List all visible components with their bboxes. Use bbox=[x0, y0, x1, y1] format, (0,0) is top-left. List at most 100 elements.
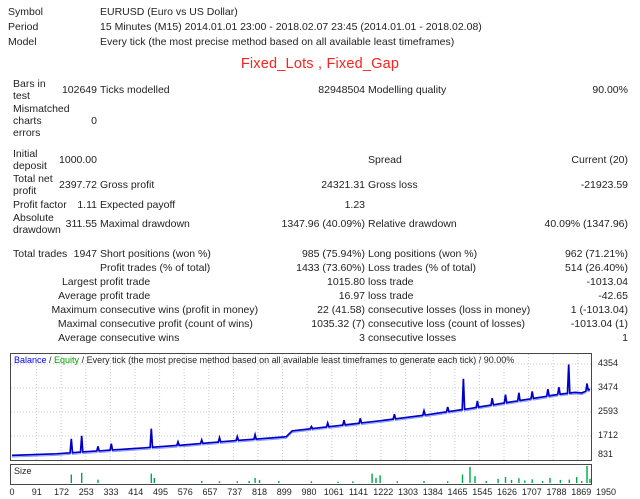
stat-cell bbox=[100, 103, 365, 139]
stat-cell: consecutive loss (count of losses)-1013.… bbox=[368, 317, 628, 330]
stat-cell: Maximal bbox=[13, 317, 97, 330]
legend-equity-label: Equity bbox=[54, 355, 79, 365]
header-row: ModelEvery tick (the most precise method… bbox=[0, 35, 640, 49]
stat-cell: profit trade16.97 bbox=[100, 289, 365, 302]
stat-cell: consecutive wins (profit in money)22 (41… bbox=[100, 303, 365, 316]
stat-value: 0 bbox=[87, 115, 97, 127]
stat-cell: Maximal drawdown 1347.96 (40.09%) bbox=[100, 212, 365, 236]
stat-label: Mismatched charts errors bbox=[13, 103, 71, 139]
stat-label: Ticks modelled bbox=[100, 84, 170, 96]
x-tick-label: 1384 bbox=[423, 487, 443, 497]
legend-balance-label: Balance bbox=[14, 355, 47, 365]
header-label: Period bbox=[8, 21, 100, 33]
stat-value: 1347.96 (40.09%) bbox=[278, 218, 365, 230]
stat-value: Maximum bbox=[47, 304, 97, 316]
stat-label: Loss trades (% of total) bbox=[368, 262, 476, 274]
stat-value: 24321.31 bbox=[317, 179, 365, 191]
y-tick-label: 831 bbox=[598, 449, 613, 459]
x-tick-label: 576 bbox=[178, 487, 193, 497]
y-tick-label: 1712 bbox=[598, 430, 618, 440]
stat-cell: Mismatched charts errors 0 bbox=[13, 103, 97, 139]
table-row: Absolute drawdown311.55Maximal drawdown 1… bbox=[0, 212, 640, 236]
x-tick-label: 1869 bbox=[571, 487, 591, 497]
stat-value: 514 (26.40%) bbox=[561, 262, 628, 274]
table-row: Total trades1947Short positions (won %)9… bbox=[0, 247, 640, 260]
stat-cell: consecutive wins3 bbox=[100, 331, 365, 344]
stat-label: consecutive loss (count of losses) bbox=[368, 318, 525, 330]
stat-value: 985 (75.94%) bbox=[298, 248, 365, 260]
stat-value: 40.09% (1347.96) bbox=[541, 218, 628, 230]
stat-value: Largest bbox=[58, 276, 97, 288]
table-row: Total net profit2397.72Gross profit 24321… bbox=[0, 173, 640, 197]
stat-value: Average bbox=[54, 290, 97, 302]
x-tick-label: 91 bbox=[32, 487, 42, 497]
ea-title: Fixed_Lots , Fixed_Gap bbox=[0, 56, 640, 72]
table-row: Initial deposit1000.00 SpreadCurrent (20) bbox=[0, 148, 640, 172]
stat-value: 1947 bbox=[70, 248, 97, 260]
header-value: Every tick (the most precise method base… bbox=[100, 36, 640, 48]
stat-cell: loss trade-42.65 bbox=[368, 289, 628, 302]
stat-cell: Largest bbox=[13, 275, 97, 288]
stat-cell: Short positions (won %)985 (75.94%) bbox=[100, 247, 365, 260]
x-tick-label: 980 bbox=[301, 487, 316, 497]
table-row: Maximumconsecutive wins (profit in money… bbox=[0, 303, 640, 316]
stat-label: Maximal drawdown bbox=[100, 218, 190, 230]
x-tick-label: 1707 bbox=[522, 487, 542, 497]
x-tick-label: 495 bbox=[153, 487, 168, 497]
stat-value: 3 bbox=[355, 332, 365, 344]
x-tick-label: 1141 bbox=[349, 487, 368, 497]
balance-chart[interactable]: Balance / Equity / Every tick (the most … bbox=[10, 353, 592, 461]
stat-cell: Maximum bbox=[13, 303, 97, 316]
stat-label: Relative drawdown bbox=[368, 218, 457, 230]
table-row: Profit factor1.11Expected payoff1.23 bbox=[0, 198, 640, 211]
stat-label: Expected payoff bbox=[100, 199, 175, 211]
header-label: Model bbox=[8, 36, 100, 48]
table-row: Profit trades (% of total)1433 (73.60%)L… bbox=[0, 261, 640, 274]
x-axis-labels: 0911722533334144955766577378188999801061… bbox=[10, 487, 640, 499]
legend-separator: / bbox=[47, 355, 55, 365]
lot-size-bars bbox=[11, 465, 591, 484]
stat-cell bbox=[13, 261, 97, 274]
stat-cell bbox=[368, 103, 628, 139]
stat-label: Long positions (won %) bbox=[368, 248, 477, 260]
stat-cell: Average bbox=[13, 331, 97, 344]
chart-legend: Balance / Equity / Every tick (the most … bbox=[14, 355, 514, 365]
stat-cell: SpreadCurrent (20) bbox=[368, 148, 628, 172]
stat-cell: Total net profit2397.72 bbox=[13, 173, 97, 197]
size-panel-label: Size bbox=[14, 466, 32, 476]
x-tick-label: 1950 bbox=[596, 487, 616, 497]
header-value: 15 Minutes (M15) 2014.01.01 23:00 - 2018… bbox=[100, 21, 640, 33]
x-tick-label: 1545 bbox=[472, 487, 492, 497]
x-tick-label: 1222 bbox=[373, 487, 393, 497]
stat-cell: Gross profit 24321.31 bbox=[100, 173, 365, 197]
stat-cell: Absolute drawdown311.55 bbox=[13, 212, 97, 236]
stat-label: Absolute drawdown bbox=[13, 212, 62, 236]
header-value: EURUSD (Euro vs US Dollar) bbox=[100, 6, 640, 18]
y-tick-label: 2593 bbox=[598, 406, 618, 416]
stat-cell: Profit factor1.11 bbox=[13, 198, 97, 211]
stat-cell: Bars in test102649 bbox=[13, 78, 97, 102]
stat-cell: consecutive losses1 bbox=[368, 331, 628, 344]
x-tick-label: 657 bbox=[202, 487, 217, 497]
stat-cell: Long positions (won %) 962 (71.21%) bbox=[368, 247, 628, 260]
stat-cell: Modelling quality90.00% bbox=[368, 78, 628, 102]
stat-cell: profit trade1015.80 bbox=[100, 275, 365, 288]
stat-label: consecutive wins (profit in money) bbox=[100, 304, 258, 316]
y-tick-label: 3474 bbox=[598, 382, 618, 392]
table-row: Largestprofit trade1015.80loss trade-101… bbox=[0, 275, 640, 288]
stat-cell: Average bbox=[13, 289, 97, 302]
stat-cell: Relative drawdown 40.09% (1347.96) bbox=[368, 212, 628, 236]
stat-label: Gross profit bbox=[100, 179, 154, 191]
stat-value: 311.55 bbox=[62, 218, 97, 230]
stat-value: 962 (71.21%) bbox=[561, 248, 628, 260]
x-tick-label: 414 bbox=[128, 487, 143, 497]
lot-size-panel[interactable]: Size bbox=[10, 464, 592, 485]
stat-value: 82948504 bbox=[314, 84, 365, 96]
stat-label: Spread bbox=[368, 154, 402, 166]
stat-value: 1 (-1013.04) bbox=[567, 304, 628, 316]
stat-label: Modelling quality bbox=[368, 84, 446, 96]
stat-cell: Initial deposit1000.00 bbox=[13, 148, 97, 172]
stat-value: -1013.04 bbox=[583, 276, 628, 288]
stat-value: Maximal bbox=[54, 318, 97, 330]
stat-cell: Gross loss-21923.59 bbox=[368, 173, 628, 197]
